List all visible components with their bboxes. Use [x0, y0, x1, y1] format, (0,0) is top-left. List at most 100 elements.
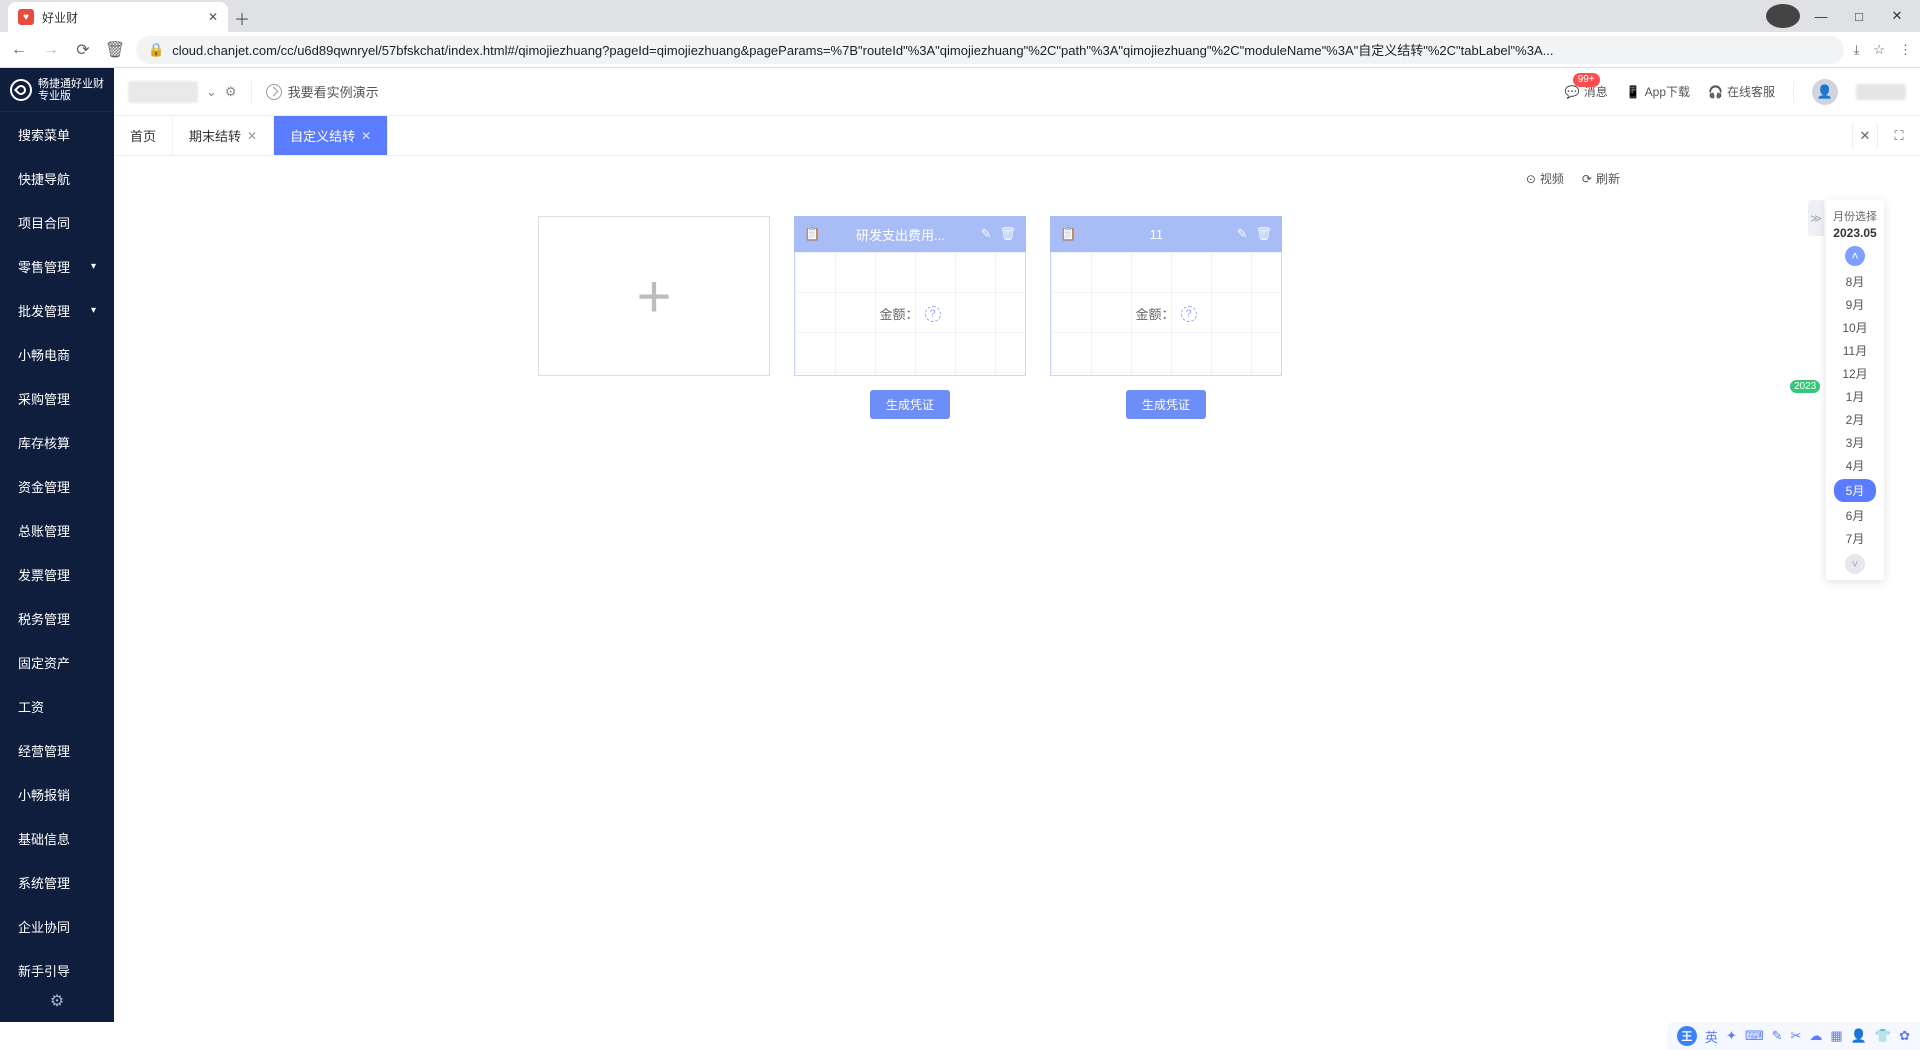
ime-indicator[interactable]: 王: [1677, 1026, 1697, 1046]
sidebar-item-label: 发票管理: [18, 565, 70, 584]
help-icon[interactable]: ?: [1181, 306, 1197, 322]
play-icon: ⊙: [1526, 172, 1536, 186]
page-tab[interactable]: 期末结转✕: [173, 116, 274, 155]
demo-link[interactable]: 我要看实例演示: [266, 82, 379, 101]
tab-close-icon[interactable]: ✕: [361, 129, 371, 143]
maximize-button[interactable]: □: [1842, 4, 1876, 28]
new-tab-button[interactable]: ＋: [228, 4, 256, 32]
app-download-button[interactable]: 📱 App下载: [1626, 83, 1690, 100]
month-option[interactable]: 8月: [1826, 270, 1884, 293]
delete-icon[interactable]: 🗑: [1255, 226, 1272, 242]
ime-lang[interactable]: 英: [1705, 1027, 1718, 1046]
tray-icon[interactable]: ✂: [1791, 1028, 1802, 1044]
delete-icon[interactable]: 🗑: [104, 40, 126, 60]
month-option[interactable]: 2月: [1826, 408, 1884, 431]
page-tab[interactable]: 自定义结转✕: [274, 116, 388, 155]
sidebar-item[interactable]: 新手引导: [0, 948, 114, 980]
sidebar-item[interactable]: 批发管理▾: [0, 288, 114, 332]
delete-icon[interactable]: 🗑: [999, 226, 1016, 242]
month-option[interactable]: 9月: [1826, 293, 1884, 316]
gear-icon[interactable]: ⚙: [225, 84, 237, 100]
sidebar-item[interactable]: 库存核算: [0, 420, 114, 464]
tray-icon[interactable]: ▦: [1830, 1028, 1842, 1044]
refresh-icon: ⟳: [1582, 172, 1592, 186]
incognito-icon[interactable]: [1766, 4, 1800, 28]
month-option[interactable]: 6月: [1826, 504, 1884, 527]
generate-voucher-button[interactable]: 生成凭证: [870, 390, 950, 419]
close-all-tabs-button[interactable]: ✕: [1852, 123, 1878, 149]
avatar[interactable]: 👤: [1812, 79, 1838, 105]
sidebar-item[interactable]: 发票管理: [0, 552, 114, 596]
video-link[interactable]: ⊙ 视频: [1526, 170, 1564, 187]
tab-close-icon[interactable]: ✕: [247, 129, 257, 143]
tray-icon[interactable]: ✎: [1772, 1028, 1783, 1044]
add-card-button[interactable]: +: [538, 216, 770, 376]
tray-icon[interactable]: ⌨: [1745, 1028, 1764, 1044]
refresh-link[interactable]: ⟳ 刷新: [1582, 170, 1620, 187]
sidebar-item[interactable]: 小畅报销: [0, 772, 114, 816]
close-window-button[interactable]: ✕: [1880, 4, 1914, 28]
month-scroll-up-button[interactable]: ˄: [1845, 246, 1865, 266]
browser-tab[interactable]: ♥ 好业财 ✕: [8, 2, 228, 32]
reload-button[interactable]: ⟳: [72, 40, 94, 60]
month-option[interactable]: 3月: [1826, 431, 1884, 454]
tray-icon[interactable]: ☁: [1809, 1028, 1822, 1044]
forward-button[interactable]: →: [40, 41, 62, 59]
month-option[interactable]: 7月: [1826, 527, 1884, 550]
month-option[interactable]: 4月: [1826, 454, 1884, 477]
divider: [1793, 81, 1794, 103]
chevron-down-icon: ▾: [91, 305, 96, 316]
month-option[interactable]: 5月: [1834, 479, 1876, 502]
month-option[interactable]: 11月: [1826, 339, 1884, 362]
month-option[interactable]: 10月: [1826, 316, 1884, 339]
sidebar-item[interactable]: 零售管理▾: [0, 244, 114, 288]
month-option[interactable]: 12月: [1826, 362, 1884, 385]
tray-icon[interactable]: 👤: [1851, 1028, 1867, 1044]
sidebar-item[interactable]: 搜索菜单: [0, 112, 114, 156]
edit-icon[interactable]: ✎: [981, 226, 992, 242]
sidebar-item[interactable]: 固定资产: [0, 640, 114, 684]
sidebar-item[interactable]: 资金管理: [0, 464, 114, 508]
sidebar-item[interactable]: 基础信息: [0, 816, 114, 860]
sidebar-item[interactable]: 采购管理: [0, 376, 114, 420]
sidebar-item[interactable]: 系统管理: [0, 860, 114, 904]
minimize-button[interactable]: —: [1804, 4, 1838, 28]
sidebar-item[interactable]: 小畅电商: [0, 332, 114, 376]
bookmark-icon[interactable]: ☆: [1873, 42, 1885, 58]
amount-label: 金额：: [1135, 304, 1174, 323]
sidebar-item[interactable]: 经营管理: [0, 728, 114, 772]
tray-icon[interactable]: 👕: [1875, 1028, 1891, 1044]
tab-close-icon[interactable]: ✕: [208, 10, 218, 24]
edit-icon[interactable]: ✎: [1237, 226, 1248, 242]
kebab-menu-icon[interactable]: ⋮: [1899, 42, 1912, 58]
month-option[interactable]: 1月: [1826, 385, 1884, 408]
sidebar-item[interactable]: 总账管理: [0, 508, 114, 552]
sidebar-item[interactable]: 工资: [0, 684, 114, 728]
tray-icon[interactable]: ✿: [1899, 1028, 1910, 1044]
install-app-icon[interactable]: ⤓: [1854, 42, 1860, 58]
messages-button[interactable]: 💬 消息 99+: [1565, 83, 1608, 100]
chevron-down-icon[interactable]: ⌄: [206, 84, 217, 100]
card-title: 11: [1084, 227, 1228, 242]
sidebar-item-label: 库存核算: [18, 433, 70, 452]
support-button[interactable]: 🎧 在线客服: [1708, 83, 1775, 100]
generate-voucher-button[interactable]: 生成凭证: [1126, 390, 1206, 419]
mobile-icon: 📱: [1626, 85, 1641, 99]
collapse-month-panel-button[interactable]: ≫: [1808, 200, 1824, 236]
sidebar-item[interactable]: 企业协同: [0, 904, 114, 948]
page-tab[interactable]: 首页: [114, 116, 173, 155]
sidebar-item[interactable]: 项目合同: [0, 200, 114, 244]
help-icon[interactable]: ?: [925, 306, 941, 322]
brand-logo-icon: [10, 79, 32, 101]
sidebar-item-label: 税务管理: [18, 609, 70, 628]
url-field[interactable]: 🔒 cloud.chanjet.com/cc/u6d89qwnryel/57bf…: [136, 36, 1844, 64]
fullscreen-button[interactable]: ⛶: [1886, 123, 1912, 149]
org-switcher[interactable]: ⌄ ⚙: [128, 81, 237, 103]
sidebar-settings-icon[interactable]: ⚙: [0, 980, 114, 1022]
sidebar-item-label: 固定资产: [18, 653, 70, 672]
tray-icon[interactable]: ✦: [1726, 1028, 1737, 1044]
back-button[interactable]: ←: [8, 41, 30, 59]
month-scroll-down-button[interactable]: ˅: [1845, 554, 1865, 574]
sidebar-item[interactable]: 快捷导航: [0, 156, 114, 200]
sidebar-item[interactable]: 税务管理: [0, 596, 114, 640]
